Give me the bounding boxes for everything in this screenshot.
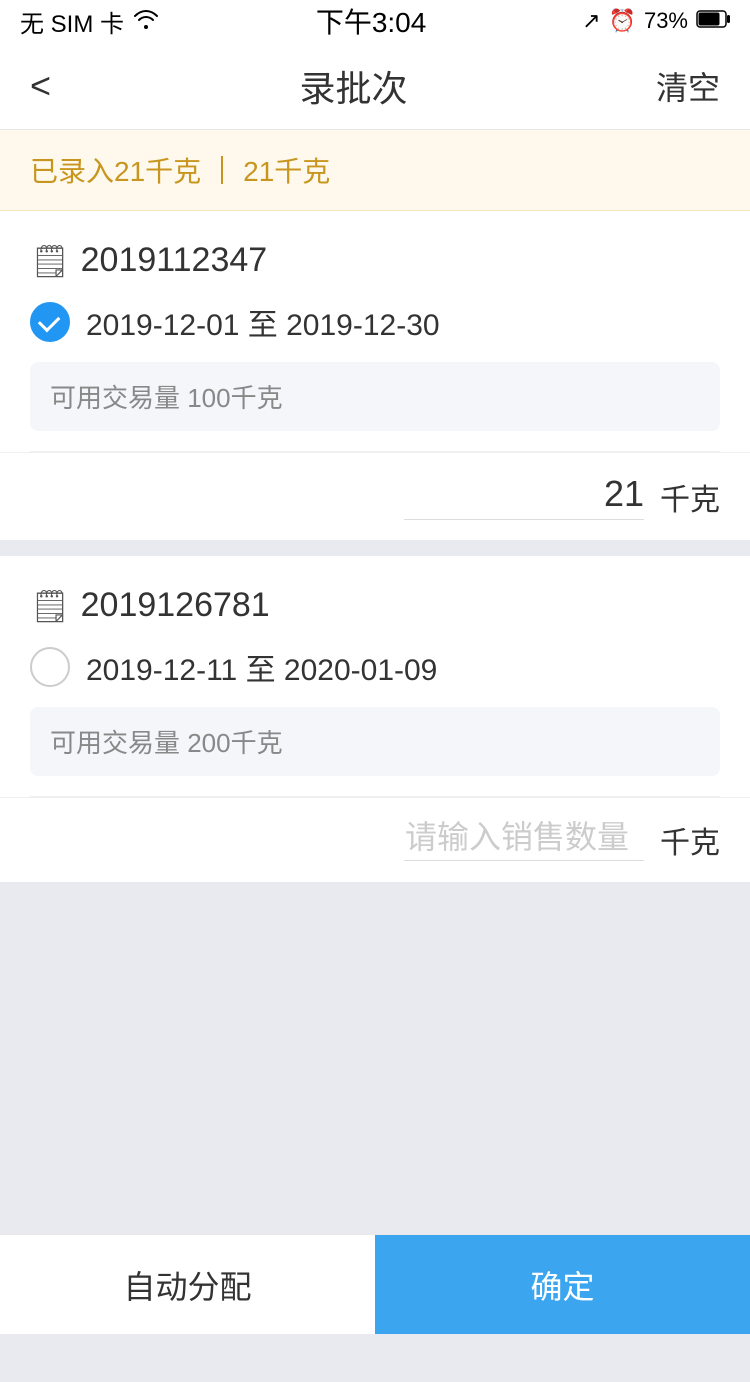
- batch-id-1: 2019112347: [81, 241, 268, 280]
- batch-date-row-1[interactable]: 2019-12-01 至 2019-12-30: [0, 290, 750, 354]
- qty-input-wrap[interactable]: [344, 819, 644, 861]
- empty-area: [0, 882, 750, 1282]
- sim-status: 无 SIM 卡: [20, 4, 124, 39]
- batch-card-2: 🗒 2019126781 2019-12-11 至 2020-01-09 可用交…: [0, 556, 750, 882]
- batch-doc-icon-1: 🗒: [30, 242, 71, 280]
- info-banner: 已录入21千克 21千克: [0, 130, 750, 211]
- location-icon: ↗: [582, 8, 600, 34]
- input-row-2[interactable]: 千克: [0, 797, 750, 882]
- batch-date-1: 2019-12-01 至 2019-12-30: [86, 300, 440, 344]
- available-qty-2: 可用交易量 200千克: [30, 707, 720, 776]
- batch-id-2: 2019126781: [81, 586, 270, 625]
- back-button[interactable]: <: [30, 65, 51, 107]
- status-bar: 无 SIM 卡 下午3:04 ↗ ⏰ 73%: [0, 0, 750, 42]
- page-title: 录批次: [300, 60, 408, 112]
- auto-distribute-button[interactable]: 自动分配: [0, 1235, 375, 1334]
- batch-radio-2[interactable]: [30, 647, 70, 687]
- batch-date-row-2[interactable]: 2019-12-11 至 2020-01-09: [0, 635, 750, 699]
- clear-button[interactable]: 清空: [656, 63, 720, 109]
- available-qty-1: 可用交易量 100千克: [30, 362, 720, 431]
- amount-value-1: 21: [604, 473, 644, 515]
- bottom-bar: 自动分配 确定: [0, 1234, 750, 1334]
- batch-header-2: 🗒 2019126781: [0, 556, 750, 635]
- amount-unit-1: 千克: [660, 475, 720, 519]
- batch-header-1: 🗒 2019112347: [0, 211, 750, 290]
- qty-unit-2: 千克: [660, 818, 720, 862]
- status-time: 下午3:04: [316, 1, 427, 41]
- amount-underline-wrap-1: 21: [404, 473, 644, 520]
- confirm-button[interactable]: 确定: [375, 1235, 750, 1334]
- battery-icon: [696, 8, 730, 34]
- qty-input-2[interactable]: [344, 819, 644, 856]
- amount-underline-1: [404, 519, 644, 520]
- status-right: ↗ ⏰ 73%: [582, 8, 730, 34]
- amount-row-1: 21 千克: [0, 452, 750, 540]
- batch-doc-icon-2: 🗒: [30, 587, 71, 625]
- alarm-icon: ⏰: [609, 8, 636, 34]
- batch-date-2: 2019-12-11 至 2020-01-09: [86, 645, 437, 689]
- total-amount: 21千克: [243, 150, 330, 190]
- input-underline-2: [404, 860, 644, 861]
- batch-card-1: 🗒 2019112347 2019-12-01 至 2019-12-30 可用交…: [0, 211, 750, 540]
- status-left: 无 SIM 卡: [20, 4, 160, 39]
- battery-text: 73%: [644, 8, 688, 34]
- batch-radio-1[interactable]: [30, 302, 70, 342]
- info-divider: [221, 156, 223, 184]
- recorded-amount: 已录入21千克: [30, 150, 201, 190]
- wifi-icon: [132, 7, 160, 36]
- nav-bar: < 录批次 清空: [0, 42, 750, 130]
- section-separator: [0, 540, 750, 556]
